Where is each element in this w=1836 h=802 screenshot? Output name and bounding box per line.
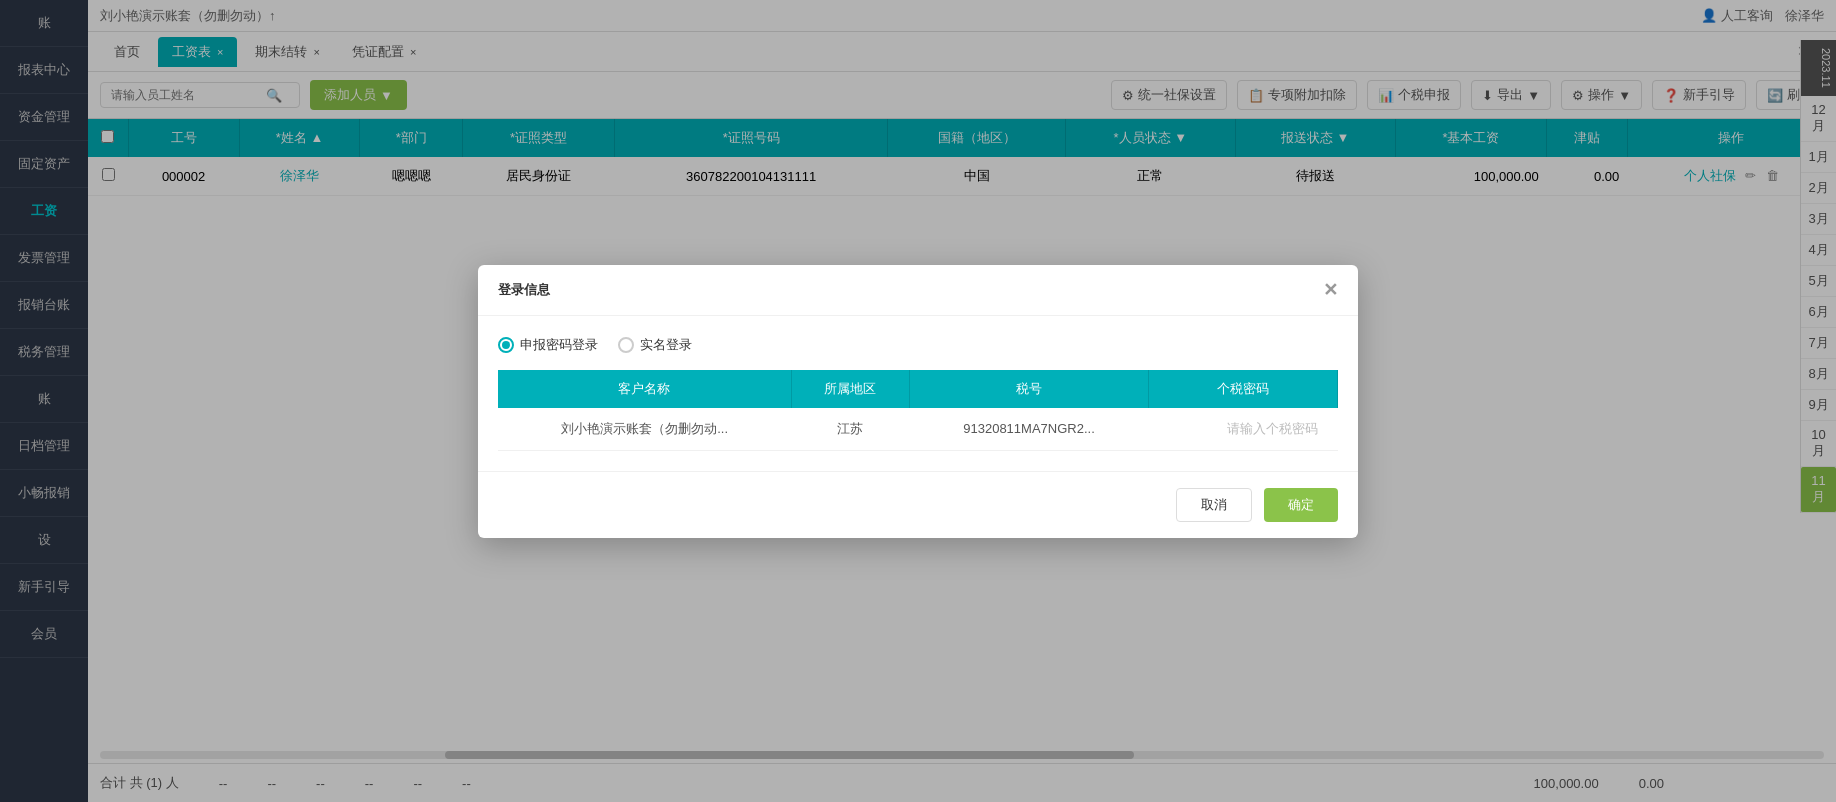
radio-real-name-circle[interactable] — [618, 337, 634, 353]
radio-declaration-password-circle[interactable] — [498, 337, 514, 353]
login-info-table: 客户名称 所属地区 税号 个税密码 刘小艳演示账套（勿删勿动... 江苏 913… — [498, 370, 1338, 451]
col-client-name: 客户名称 — [498, 370, 791, 408]
dialog-body: 申报密码登录 实名登录 客户名称 所属地区 税号 个税密码 — [478, 316, 1358, 471]
login-type-radio-group: 申报密码登录 实名登录 — [498, 336, 1338, 354]
dialog-title: 登录信息 — [498, 281, 550, 299]
dialog-table-row: 刘小艳演示账套（勿删勿动... 江苏 91320811MA7NGR2... 请输… — [498, 408, 1338, 451]
dialog-close-icon[interactable]: ✕ — [1323, 279, 1338, 301]
dialog-cell-password[interactable]: 请输入个税密码 — [1148, 408, 1337, 451]
login-dialog: 登录信息 ✕ 申报密码登录 实名登录 客户名称 所属地区 — [478, 265, 1358, 538]
col-tax-no: 税号 — [910, 370, 1149, 408]
dialog-footer: 取消 确定 — [478, 471, 1358, 538]
dialog-overlay: 登录信息 ✕ 申报密码登录 实名登录 客户名称 所属地区 — [0, 0, 1836, 802]
cancel-button[interactable]: 取消 — [1176, 488, 1252, 522]
dialog-cell-region: 江苏 — [791, 408, 909, 451]
dialog-cell-client-name: 刘小艳演示账套（勿删勿动... — [498, 408, 791, 451]
radio-real-name[interactable]: 实名登录 — [618, 336, 692, 354]
dialog-cell-tax-no: 91320811MA7NGR2... — [910, 408, 1149, 451]
confirm-button[interactable]: 确定 — [1264, 488, 1338, 522]
col-region: 所属地区 — [791, 370, 909, 408]
radio-declaration-password[interactable]: 申报密码登录 — [498, 336, 598, 354]
col-individual-tax-pwd: 个税密码 — [1148, 370, 1337, 408]
dialog-header: 登录信息 ✕ — [478, 265, 1358, 316]
